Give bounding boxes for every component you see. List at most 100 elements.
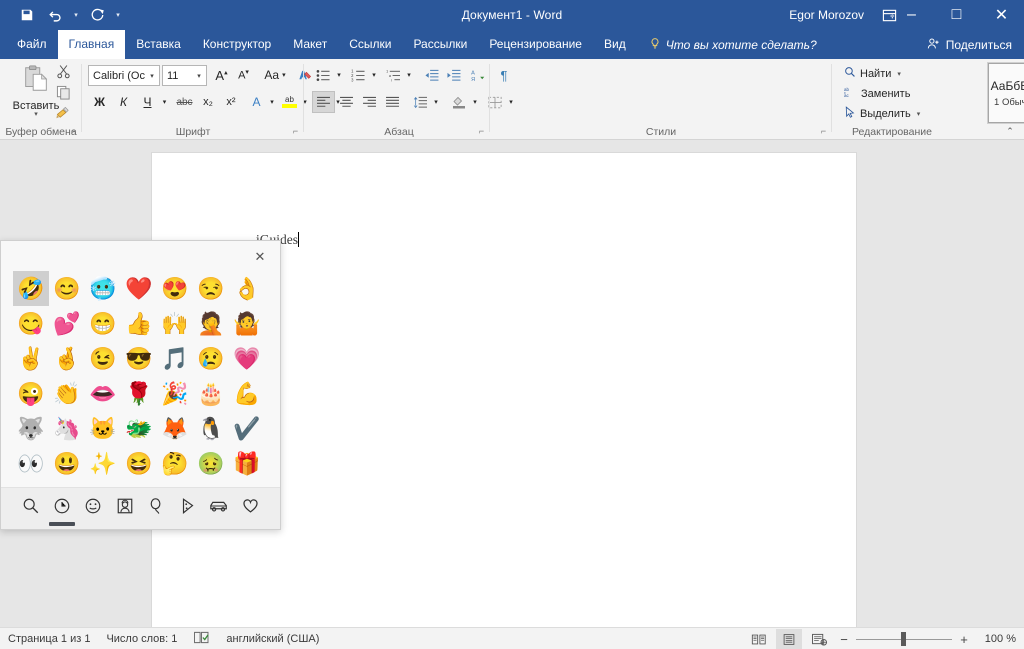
emoji-cell[interactable]: 🥶 xyxy=(85,271,121,306)
print-layout-icon[interactable] xyxy=(776,629,802,649)
italic-button[interactable]: К xyxy=(112,91,135,113)
strikethrough-button[interactable]: abc xyxy=(173,91,196,113)
bullets-icon[interactable] xyxy=(312,64,334,86)
close-icon[interactable]: ✕ xyxy=(246,245,274,269)
emoji-tab-pizza[interactable] xyxy=(172,489,203,529)
select-dropdown-icon[interactable]: ▾ xyxy=(917,110,921,118)
emoji-cell[interactable]: 💕 xyxy=(49,306,85,341)
style-normal[interactable]: АаБбВвГг, 1 Обычный xyxy=(988,63,1024,123)
word-count[interactable]: Число слов: 1 xyxy=(106,628,177,649)
emoji-cell[interactable]: 🦄 xyxy=(49,411,85,446)
sort-icon[interactable]: AЯ xyxy=(467,64,489,86)
paragraph-dialog-launcher[interactable]: ⌐ xyxy=(476,126,487,137)
zoom-slider-thumb[interactable] xyxy=(901,632,906,646)
emoji-cell[interactable]: 🤞 xyxy=(49,341,85,376)
increase-indent-icon[interactable] xyxy=(442,64,464,86)
underline-dropdown-icon[interactable]: ▾ xyxy=(159,91,170,113)
emoji-cell[interactable]: 🦊 xyxy=(157,411,193,446)
tab-home[interactable]: Главная xyxy=(57,30,126,59)
emoji-cell[interactable]: 😆 xyxy=(121,446,157,481)
zoom-out-button[interactable]: − xyxy=(836,632,852,647)
emoji-cell[interactable]: 👍 xyxy=(121,306,157,341)
emoji-cell[interactable]: ✌️ xyxy=(13,341,49,376)
emoji-cell[interactable]: 🐺 xyxy=(13,411,49,446)
emoji-tab-car[interactable] xyxy=(203,489,234,529)
emoji-cell[interactable]: 👏 xyxy=(49,376,85,411)
close-button[interactable]: ✕ xyxy=(979,0,1024,30)
styles-dialog-launcher[interactable]: ⌐ xyxy=(818,126,829,137)
tab-insert[interactable]: Вставка xyxy=(125,30,192,59)
tab-file[interactable]: Файл xyxy=(6,30,58,59)
line-spacing-icon[interactable] xyxy=(409,91,431,113)
multilevel-list-icon[interactable]: 1ai xyxy=(382,64,404,86)
highlight-color-icon[interactable]: ab xyxy=(279,91,300,113)
find-dropdown-icon[interactable]: ▾ xyxy=(897,70,901,78)
emoji-cell[interactable]: 🎂 xyxy=(193,376,229,411)
emoji-cell[interactable]: 🤣 xyxy=(13,271,49,306)
share-button[interactable]: Поделиться xyxy=(916,30,1024,59)
emoji-cell[interactable]: 🐧 xyxy=(193,411,229,446)
emoji-cell[interactable]: 💗 xyxy=(229,341,265,376)
align-left-icon[interactable] xyxy=(312,91,335,113)
text-effects-dropdown-icon[interactable]: ▾ xyxy=(267,91,277,113)
emoji-cell[interactable]: 🐱 xyxy=(85,411,121,446)
align-right-icon[interactable] xyxy=(358,91,381,113)
emoji-tab-search[interactable] xyxy=(15,489,46,529)
tab-mailings[interactable]: Рассылки xyxy=(402,30,478,59)
justify-icon[interactable] xyxy=(381,91,404,113)
maximize-button[interactable]: □ xyxy=(934,0,979,30)
emoji-cell[interactable]: 🐲 xyxy=(121,411,157,446)
zoom-in-button[interactable]: + xyxy=(956,632,972,647)
collapse-ribbon-icon[interactable]: ⌃ xyxy=(1002,124,1018,138)
zoom-level[interactable]: 100 % xyxy=(976,633,1016,645)
emoji-tab-people[interactable] xyxy=(109,489,140,529)
superscript-button[interactable]: x² xyxy=(220,91,242,113)
font-size-dropdown-icon[interactable]: ▾ xyxy=(192,72,206,80)
emoji-cell[interactable]: 😉 xyxy=(85,341,121,376)
replace-button[interactable]: ab ас Заменить xyxy=(840,84,914,103)
tab-layout[interactable]: Макет xyxy=(282,30,338,59)
shading-dropdown-icon[interactable]: ▾ xyxy=(470,91,480,113)
tab-review[interactable]: Рецензирование xyxy=(478,30,593,59)
account-name[interactable]: Egor Morozov xyxy=(789,0,864,30)
emoji-cell[interactable]: 🤢 xyxy=(193,446,229,481)
bold-button[interactable]: Ж xyxy=(88,91,111,113)
text-effects-icon[interactable]: A xyxy=(246,91,267,113)
zoom-slider[interactable] xyxy=(856,629,952,649)
font-name-input[interactable]: Calibri (Осн ▾ xyxy=(88,65,160,86)
emoji-cell[interactable]: 😍 xyxy=(157,271,193,306)
emoji-cell[interactable]: 🤷 xyxy=(229,306,265,341)
emoji-tab-balloon[interactable] xyxy=(141,489,172,529)
emoji-cell[interactable]: 😁 xyxy=(85,306,121,341)
copy-icon[interactable] xyxy=(52,82,74,102)
language-indicator[interactable]: английский (США) xyxy=(226,628,319,649)
emoji-tab-heart[interactable] xyxy=(235,489,266,529)
grow-font-button[interactable]: A▴ xyxy=(211,64,232,86)
emoji-cell[interactable]: 💪 xyxy=(229,376,265,411)
emoji-cell[interactable]: 🤔 xyxy=(157,446,193,481)
shading-icon[interactable] xyxy=(448,91,470,113)
tab-view[interactable]: Вид xyxy=(593,30,637,59)
tab-references[interactable]: Ссылки xyxy=(338,30,402,59)
emoji-cell[interactable]: 🎁 xyxy=(229,446,265,481)
minimize-button[interactable]: – xyxy=(889,0,934,30)
format-painter-icon[interactable] xyxy=(52,103,74,123)
emoji-cell[interactable]: 🙌 xyxy=(157,306,193,341)
emoji-cell[interactable]: 👀 xyxy=(13,446,49,481)
emoji-cell[interactable]: ✔️ xyxy=(229,411,265,446)
emoji-tab-clock[interactable] xyxy=(46,489,77,529)
emoji-cell[interactable]: 🎉 xyxy=(157,376,193,411)
multilevel-dropdown-icon[interactable]: ▾ xyxy=(404,64,414,86)
emoji-cell[interactable]: 🤦 xyxy=(193,306,229,341)
emoji-cell[interactable]: 😎 xyxy=(121,341,157,376)
page-indicator[interactable]: Страница 1 из 1 xyxy=(8,628,90,649)
emoji-cell[interactable]: ✨ xyxy=(85,446,121,481)
emoji-tab-smiley[interactable] xyxy=(78,489,109,529)
find-button[interactable]: Найти ▾ xyxy=(840,64,905,83)
emoji-cell[interactable]: 🎵 xyxy=(157,341,193,376)
align-center-icon[interactable] xyxy=(335,91,358,113)
emoji-cell[interactable]: 🌹 xyxy=(121,376,157,411)
decrease-indent-icon[interactable] xyxy=(420,64,442,86)
underline-button[interactable]: Ч xyxy=(136,91,159,113)
font-size-input[interactable]: 11 ▾ xyxy=(162,65,207,86)
